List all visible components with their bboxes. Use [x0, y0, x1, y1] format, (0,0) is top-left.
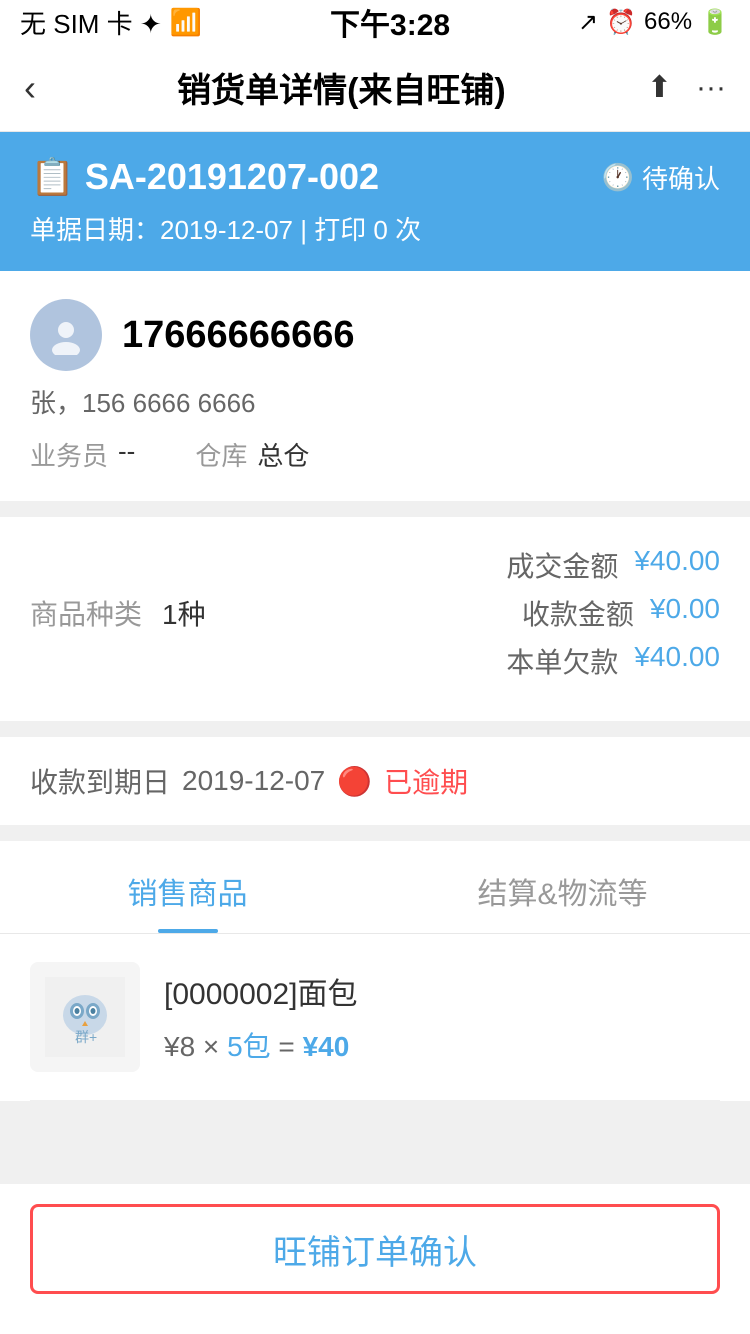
share-icon[interactable]: ⬆	[647, 70, 672, 105]
salesperson-item: 业务员 --	[30, 436, 135, 473]
product-price: ¥8 × 5包 = ¥40	[164, 1025, 720, 1065]
salesperson-value: --	[118, 436, 135, 473]
battery-icon: 🔋	[700, 8, 730, 37]
order-id-text: SA-20191207-002	[85, 156, 379, 198]
confirm-order-button[interactable]: 旺铺订单确认	[30, 1204, 720, 1294]
order-icon: 📋	[30, 156, 75, 198]
product-image: 群+	[30, 962, 140, 1072]
summary-card: 商品种类 1种 成交金额 ¥40.00 收款金额 ¥0.00 本单欠款 ¥40.…	[0, 517, 750, 721]
page-title: 销货单详情(来自旺铺)	[177, 63, 506, 112]
qty-text: 5包	[227, 1031, 271, 1062]
clock-icon: 🕐	[602, 162, 634, 193]
tab-sales-goods[interactable]: 销售商品	[0, 841, 375, 933]
customer-name: 张，156 6666 6666	[30, 383, 720, 420]
salesperson-label: 业务员	[30, 436, 108, 473]
goods-type: 商品种类 1种	[30, 593, 206, 633]
nav-bar: ‹ 销货单详情(来自旺铺) ⬆ ···	[0, 44, 750, 132]
avatar	[30, 299, 102, 371]
due-date-value: 2019-12-07	[182, 765, 325, 797]
owed-row: 本单欠款 ¥40.00	[506, 641, 720, 681]
payment-label: 收款金额	[522, 593, 634, 633]
customer-top: 17666666666	[30, 299, 720, 371]
svg-text:群+: 群+	[75, 1029, 97, 1045]
customer-meta: 业务员 -- 仓库 总仓	[30, 436, 720, 473]
status-right: ↗ ⏰ 66% 🔋	[578, 8, 730, 37]
alarm-icon: ⏰	[606, 8, 636, 37]
warehouse-item: 仓库 总仓	[195, 436, 309, 473]
order-status-text: 待确认	[642, 159, 720, 196]
deal-amount-label: 成交金额	[506, 545, 618, 585]
status-time: 下午3:28	[330, 0, 450, 44]
order-date: 单据日期：2019-12-07 | 打印 0 次	[30, 210, 720, 247]
customer-phone: 17666666666	[122, 314, 354, 357]
goods-type-label: 商品种类	[30, 593, 142, 633]
nav-actions: ⬆ ···	[647, 70, 726, 105]
payment-value: ¥0.00	[650, 593, 720, 633]
order-status: 🕐 待确认	[602, 159, 720, 196]
total-price: ¥40	[303, 1031, 350, 1062]
status-left: 无 SIM 卡 ✦ 📶	[20, 4, 202, 41]
product-list: 群+ [0000002]面包 ¥8 × 5包 = ¥40	[0, 934, 750, 1101]
warehouse-value: 总仓	[257, 436, 309, 473]
tabs-container: 销售商品 结算&物流等 群+	[0, 841, 750, 1101]
summary-row: 商品种类 1种 成交金额 ¥40.00 收款金额 ¥0.00 本单欠款 ¥40.…	[30, 545, 720, 681]
amounts: 成交金额 ¥40.00 收款金额 ¥0.00 本单欠款 ¥40.00	[506, 545, 720, 681]
warehouse-label: 仓库	[195, 436, 247, 473]
back-button[interactable]: ‹	[24, 67, 36, 109]
due-date-row: 收款到期日 2019-12-07 🔴 已逾期	[30, 761, 720, 801]
location-icon: ↗	[578, 8, 598, 37]
order-id: 📋 SA-20191207-002	[30, 156, 379, 198]
overdue-text: 已逾期	[384, 761, 468, 801]
tabs-header: 销售商品 结算&物流等	[0, 841, 750, 934]
owed-label: 本单欠款	[506, 641, 618, 681]
more-icon[interactable]: ···	[696, 71, 726, 105]
payment-row: 收款金额 ¥0.00	[522, 593, 720, 633]
due-date-label: 收款到期日	[30, 761, 170, 801]
goods-type-value: 1种	[162, 593, 206, 633]
tab-settlement[interactable]: 结算&物流等	[375, 841, 750, 933]
order-header-top: 📋 SA-20191207-002 🕐 待确认	[30, 156, 720, 198]
price-text: ¥8 ×	[164, 1031, 227, 1062]
wifi-icon: 📶	[170, 7, 202, 38]
deal-amount-value: ¥40.00	[634, 545, 720, 585]
deal-amount-row: 成交金额 ¥40.00	[506, 545, 720, 585]
overdue-icon: 🔴	[337, 765, 372, 798]
product-info: [0000002]面包 ¥8 × 5包 = ¥40	[164, 969, 720, 1065]
status-bar: 无 SIM 卡 ✦ 📶 下午3:28 ↗ ⏰ 66% 🔋	[0, 0, 750, 44]
bottom-button-area: 旺铺订单确认	[0, 1184, 750, 1334]
battery-text: 66%	[644, 8, 692, 36]
equals-text: =	[271, 1031, 303, 1062]
order-header: 📋 SA-20191207-002 🕐 待确认 单据日期：2019-12-07 …	[0, 132, 750, 271]
no-sim-text: 无 SIM 卡 ✦	[20, 4, 162, 41]
owed-value: ¥40.00	[634, 641, 720, 681]
product-name: [0000002]面包	[164, 969, 720, 1013]
due-date-card: 收款到期日 2019-12-07 🔴 已逾期	[0, 737, 750, 825]
table-row: 群+ [0000002]面包 ¥8 × 5包 = ¥40	[30, 934, 720, 1101]
customer-card: 17666666666 张，156 6666 6666 业务员 -- 仓库 总仓	[0, 271, 750, 501]
